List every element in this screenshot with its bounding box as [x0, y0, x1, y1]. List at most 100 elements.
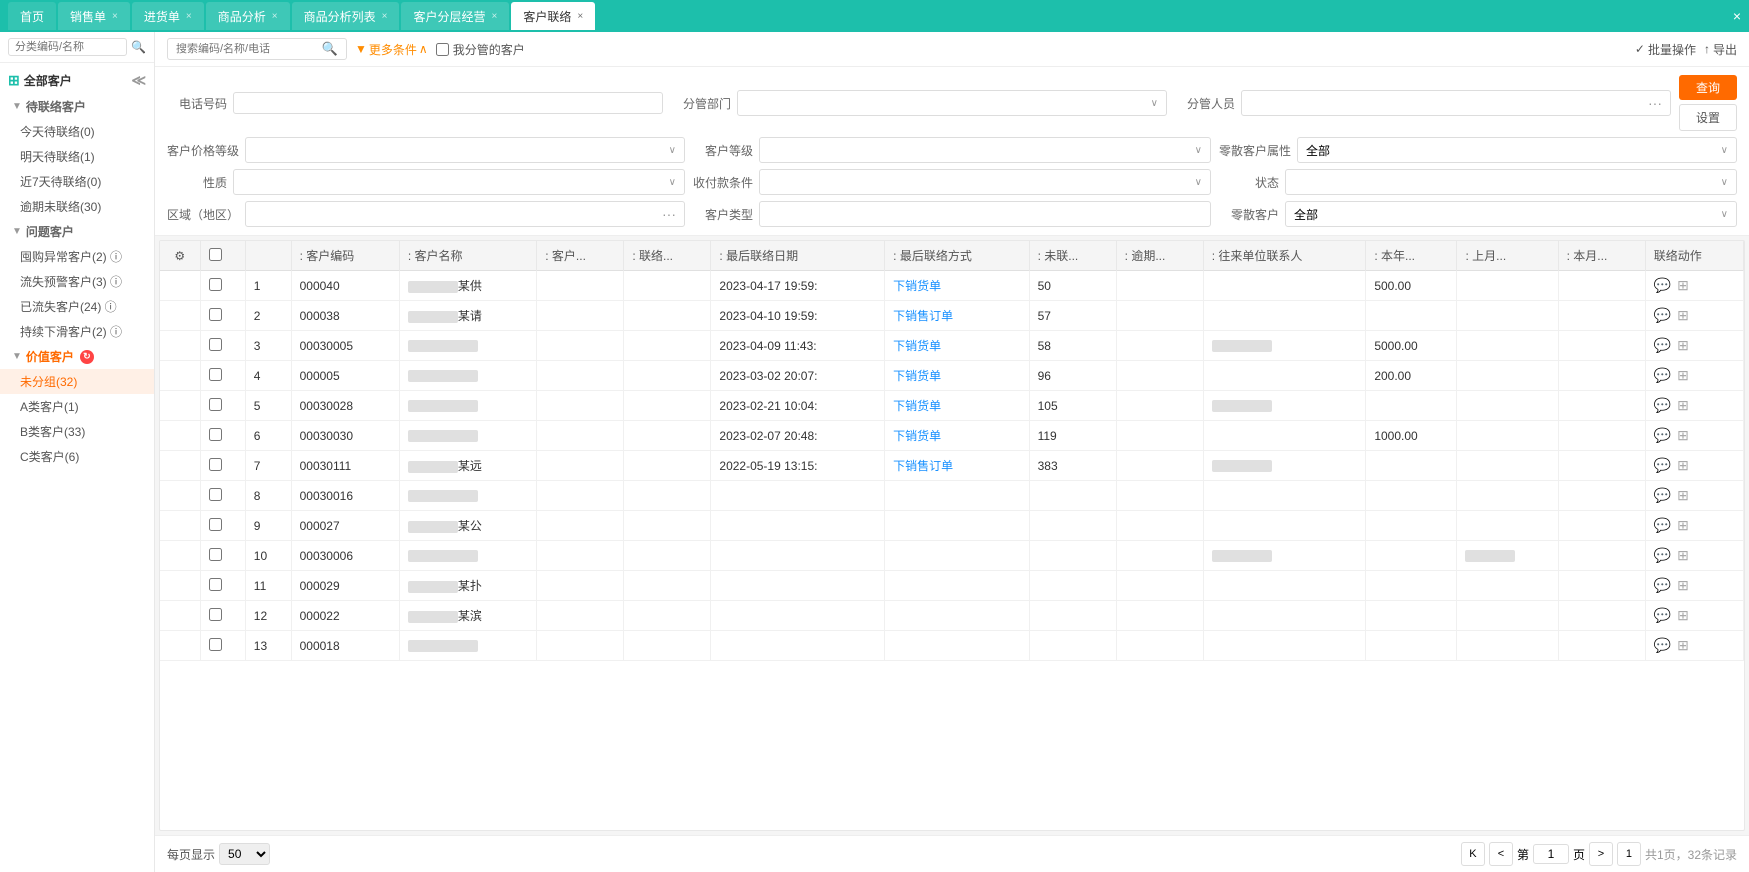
filter-manager-select[interactable]: ···	[1241, 90, 1671, 116]
phone-action-icon[interactable]: 💬	[1654, 517, 1671, 534]
unassigned-group-item[interactable]: 未分组(32)	[0, 369, 154, 394]
my-customers-checkbox[interactable]: 我分管的客户	[436, 41, 525, 58]
filter-payment-select[interactable]: ∨	[759, 169, 1211, 195]
contact-method-link[interactable]: 下销货单	[893, 339, 941, 353]
row-checkbox[interactable]	[209, 638, 222, 651]
per-page-select[interactable]: 50 20 100	[219, 843, 270, 865]
filter-scatter-attr-select[interactable]: 全部 ∨	[1297, 137, 1737, 163]
sidebar-search-input[interactable]	[8, 38, 127, 56]
more-conditions-btn[interactable]: ▼ 更多条件 ∧	[355, 41, 428, 58]
pending-contact-section[interactable]: ▼ 待联络客户	[0, 94, 154, 119]
tab-sales-close[interactable]: ×	[112, 11, 118, 22]
filter-region-select[interactable]: ···	[245, 201, 685, 227]
batch-operation-btn[interactable]: ✓ 批量操作	[1635, 41, 1696, 58]
last-contact-date-column-header[interactable]: : 最后联络日期	[711, 241, 885, 271]
close-all-button[interactable]: ×	[1733, 8, 1741, 24]
row-checkbox[interactable]	[209, 548, 222, 561]
lost-customers-item[interactable]: 已流失客户(24) ⓘ	[0, 294, 154, 319]
unit-contact-column-header[interactable]: : 往来单位联系人	[1203, 241, 1366, 271]
more-action-icon[interactable]: ⊞	[1677, 307, 1689, 324]
tab-purchase-close[interactable]: ×	[186, 11, 192, 22]
phone-action-icon[interactable]: 💬	[1654, 577, 1671, 594]
more-action-icon[interactable]: ⊞	[1677, 517, 1689, 534]
row-checkbox[interactable]	[209, 308, 222, 321]
row-checkbox[interactable]	[209, 368, 222, 381]
filter-region-dots[interactable]: ···	[662, 206, 676, 222]
contact-method-link[interactable]: 下销货单	[893, 429, 941, 443]
first-page-btn[interactable]: K	[1461, 842, 1485, 866]
contact-method-link[interactable]: 下销货单	[893, 369, 941, 383]
tab-home[interactable]: 首页	[8, 2, 56, 30]
main-search-input[interactable]	[176, 43, 318, 55]
sidebar-search-icon[interactable]: 🔍	[131, 40, 146, 54]
tab-sales[interactable]: 销售单 ×	[58, 2, 130, 30]
filter-price-level-select[interactable]: ∨	[245, 137, 685, 163]
prev-page-btn[interactable]: <	[1489, 842, 1513, 866]
more-action-icon[interactable]: ⊞	[1677, 457, 1689, 474]
tab-customer-segment[interactable]: 客户分层经营 ×	[401, 2, 509, 30]
next-page-btn[interactable]: >	[1589, 842, 1613, 866]
all-customers-header[interactable]: ⊞ 全部客户 ≪	[0, 67, 154, 94]
week-pending-item[interactable]: 近7天待联络(0)	[0, 169, 154, 194]
filter-manager-dots[interactable]: ···	[1648, 95, 1662, 111]
phone-action-icon[interactable]: 💬	[1654, 277, 1671, 294]
filter-nature-select[interactable]: ∨	[233, 169, 685, 195]
more-action-icon[interactable]: ⊞	[1677, 487, 1689, 504]
type-column-header[interactable]: : 客户...	[537, 241, 624, 271]
tab-product-analysis-close[interactable]: ×	[272, 11, 278, 22]
more-action-icon[interactable]: ⊞	[1677, 277, 1689, 294]
my-customers-check[interactable]	[436, 43, 449, 56]
row-checkbox[interactable]	[209, 458, 222, 471]
tab-customer-contact-close[interactable]: ×	[577, 11, 583, 22]
this-year-column-header[interactable]: : 本年...	[1366, 241, 1457, 271]
last-page-btn[interactable]: 1	[1617, 842, 1641, 866]
row-checkbox[interactable]	[209, 608, 222, 621]
tab-product-analysis[interactable]: 商品分析 ×	[206, 2, 290, 30]
tab-customer-contact[interactable]: 客户联络 ×	[511, 2, 595, 30]
class-a-customers-item[interactable]: A类客户(1)	[0, 394, 154, 419]
hoarding-abnormal-item[interactable]: 囤购异常客户(2) ⓘ	[0, 244, 154, 269]
gear-column-header[interactable]: ⚙	[160, 241, 200, 271]
this-month-column-header[interactable]: : 本月...	[1558, 241, 1645, 271]
phone-action-icon[interactable]: 💬	[1654, 637, 1671, 654]
filter-phone-input[interactable]	[233, 92, 663, 114]
more-action-icon[interactable]: ⊞	[1677, 607, 1689, 624]
phone-action-icon[interactable]: 💬	[1654, 397, 1671, 414]
filter-customer-level-select[interactable]: ∨	[759, 137, 1211, 163]
overdue-contact-item[interactable]: 逾期未联络(30)	[0, 194, 154, 219]
filter-dept-select[interactable]: ∨	[737, 90, 1167, 116]
phone-action-icon[interactable]: 💬	[1654, 547, 1671, 564]
phone-action-icon[interactable]: 💬	[1654, 487, 1671, 504]
contact-column-header[interactable]: : 联络...	[624, 241, 711, 271]
churn-warning-item[interactable]: 流失预警客户(3) ⓘ	[0, 269, 154, 294]
value-customers-section[interactable]: ▼ 价值客户 ↻	[0, 344, 154, 369]
phone-action-icon[interactable]: 💬	[1654, 307, 1671, 324]
page-number-input[interactable]	[1533, 844, 1569, 864]
tab-customer-segment-close[interactable]: ×	[491, 11, 497, 22]
tab-product-list-close[interactable]: ×	[382, 11, 388, 22]
export-btn[interactable]: ↑ 导出	[1704, 41, 1737, 58]
name-column-header[interactable]: : 客户名称	[399, 241, 536, 271]
contact-method-link[interactable]: 下销货单	[893, 399, 941, 413]
row-checkbox[interactable]	[209, 578, 222, 591]
phone-action-icon[interactable]: 💬	[1654, 457, 1671, 474]
class-b-customers-item[interactable]: B类客户(33)	[0, 419, 154, 444]
phone-action-icon[interactable]: 💬	[1654, 337, 1671, 354]
more-action-icon[interactable]: ⊞	[1677, 427, 1689, 444]
filter-customer-type-select[interactable]	[759, 201, 1211, 227]
more-action-icon[interactable]: ⊞	[1677, 577, 1689, 594]
row-checkbox[interactable]	[209, 278, 222, 291]
row-checkbox[interactable]	[209, 518, 222, 531]
tomorrow-pending-item[interactable]: 明天待联络(1)	[0, 144, 154, 169]
class-c-customers-item[interactable]: C类客户(6)	[0, 444, 154, 469]
declining-customers-item[interactable]: 持续下滑客户(2) ⓘ	[0, 319, 154, 344]
more-action-icon[interactable]: ⊞	[1677, 337, 1689, 354]
row-checkbox[interactable]	[209, 398, 222, 411]
more-action-icon[interactable]: ⊞	[1677, 547, 1689, 564]
row-checkbox[interactable]	[209, 338, 222, 351]
row-checkbox[interactable]	[209, 428, 222, 441]
contact-method-link[interactable]: 下销售订单	[893, 459, 953, 473]
code-column-header[interactable]: : 客户编码	[291, 241, 399, 271]
query-button[interactable]: 查询	[1679, 75, 1737, 100]
reset-button[interactable]: 设置	[1679, 104, 1737, 131]
